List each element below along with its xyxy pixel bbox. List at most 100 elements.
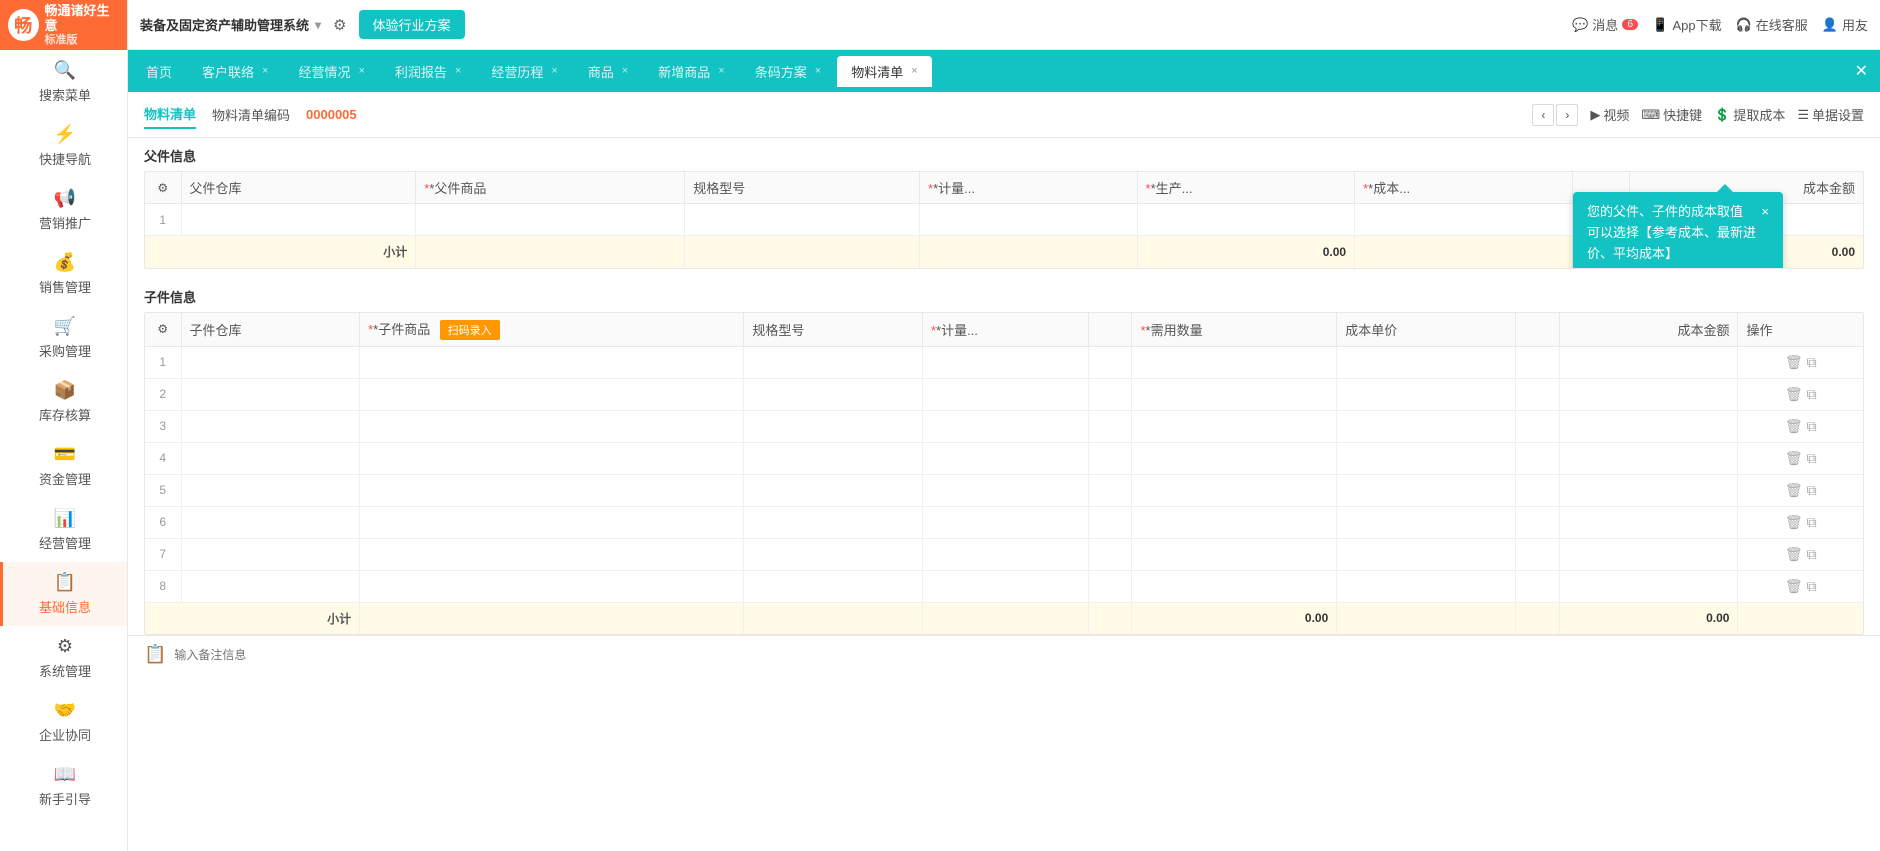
child-spec-7[interactable] <box>744 538 923 570</box>
tab-close-icon[interactable]: × <box>622 65 628 77</box>
copy-icon[interactable]: ⧉ <box>1807 546 1817 563</box>
tab-operations[interactable]: 经营情况 × <box>284 56 378 87</box>
child-unit-2[interactable] <box>922 378 1088 410</box>
child-unit-7[interactable] <box>922 538 1088 570</box>
sidebar-item-quick-nav[interactable]: ⚡ 快捷导航 <box>0 114 127 178</box>
tab-close-icon[interactable]: × <box>262 65 268 77</box>
child-unit-8[interactable] <box>922 570 1088 602</box>
tab-close-icon[interactable]: × <box>551 65 557 77</box>
child-unit-cost-4[interactable] <box>1337 442 1516 474</box>
delete-icon[interactable]: 🗑 <box>1785 386 1803 403</box>
copy-icon[interactable]: ⧉ <box>1807 386 1817 403</box>
child-warehouse-5[interactable] <box>181 474 360 506</box>
child-unit-6[interactable] <box>922 506 1088 538</box>
child-qty-3[interactable] <box>1132 410 1337 442</box>
delete-icon[interactable]: 🗑 <box>1785 482 1803 499</box>
close-all-tabs-icon[interactable]: ✕ <box>1847 61 1876 81</box>
child-spec-8[interactable] <box>744 570 923 602</box>
child-warehouse-7[interactable] <box>181 538 360 570</box>
parent-production-cell[interactable] <box>1137 204 1355 236</box>
tab-barcode[interactable]: 条码方案 × <box>741 56 835 87</box>
copy-icon[interactable]: ⧉ <box>1807 418 1817 435</box>
child-product-3[interactable] <box>360 410 744 442</box>
tab-profit[interactable]: 利润报告 × <box>381 56 475 87</box>
copy-icon[interactable]: ⧉ <box>1807 450 1817 467</box>
remark-input[interactable] <box>174 648 1864 662</box>
tab-bom[interactable]: 物料清单 × <box>837 56 931 87</box>
sidebar-item-inventory[interactable]: 📦 库存核算 <box>0 370 127 434</box>
copy-icon[interactable]: ⧉ <box>1807 354 1817 371</box>
tab-goods[interactable]: 商品 × <box>574 56 642 87</box>
tab-history[interactable]: 经营历程 × <box>477 56 571 87</box>
sidebar-item-search[interactable]: 🔍 搜索菜单 <box>0 50 127 114</box>
sidebar-item-system[interactable]: ⚙ 系统管理 <box>0 626 127 690</box>
parent-warehouse-cell[interactable] <box>181 204 416 236</box>
delete-icon[interactable]: 🗑 <box>1785 578 1803 595</box>
scan-input-btn[interactable]: 扫码录入 <box>440 320 500 340</box>
child-warehouse-4[interactable] <box>181 442 360 474</box>
child-qty-7[interactable] <box>1132 538 1337 570</box>
sub-tab-bom-list[interactable]: 物料清单 <box>144 100 196 129</box>
tab-customers[interactable]: 客户联络 × <box>188 56 282 87</box>
tab-close-icon[interactable]: × <box>358 65 364 77</box>
child-unit-cost-1[interactable] <box>1337 346 1516 378</box>
sidebar-item-finance[interactable]: 💳 资金管理 <box>0 434 127 498</box>
parent-cost-cell[interactable] <box>1355 204 1573 236</box>
child-unit-5[interactable] <box>922 474 1088 506</box>
child-qty-8[interactable] <box>1132 570 1337 602</box>
copy-icon[interactable]: ⧉ <box>1807 514 1817 531</box>
tab-home[interactable]: 首页 <box>132 56 186 87</box>
sub-tab-bom-code[interactable]: 物料清单编码 <box>212 101 290 128</box>
child-unit-cost-5[interactable] <box>1337 474 1516 506</box>
child-product-6[interactable] <box>360 506 744 538</box>
child-unit-cost-2[interactable] <box>1337 378 1516 410</box>
sidebar-item-enterprise[interactable]: 🤝 企业协同 <box>0 690 127 754</box>
online-service-button[interactable]: 🎧 在线客服 <box>1736 15 1808 34</box>
child-product-2[interactable] <box>360 378 744 410</box>
experience-button[interactable]: 体验行业方案 <box>359 10 465 39</box>
child-spec-4[interactable] <box>744 442 923 474</box>
parent-unit-cell[interactable] <box>920 204 1138 236</box>
action-cost[interactable]: 💲 提取成本 <box>1714 105 1785 124</box>
sidebar-item-sales[interactable]: 💰 销售管理 <box>0 242 127 306</box>
action-settings[interactable]: ☰ 单据设置 <box>1797 105 1864 124</box>
child-unit-4[interactable] <box>922 442 1088 474</box>
sidebar-item-guide[interactable]: 📖 新手引导 <box>0 754 127 818</box>
tab-new-goods[interactable]: 新增商品 × <box>644 56 738 87</box>
delete-icon[interactable]: 🗑 <box>1785 418 1803 435</box>
child-warehouse-6[interactable] <box>181 506 360 538</box>
child-product-8[interactable] <box>360 570 744 602</box>
message-button[interactable]: 💬 消息 6 <box>1572 15 1638 34</box>
child-qty-6[interactable] <box>1132 506 1337 538</box>
sidebar-item-basics[interactable]: 📋 基础信息 <box>0 562 127 626</box>
child-unit-3[interactable] <box>922 410 1088 442</box>
child-product-1[interactable] <box>360 346 744 378</box>
app-download-button[interactable]: 📱 App下载 <box>1652 15 1721 34</box>
child-warehouse-8[interactable] <box>181 570 360 602</box>
delete-icon[interactable]: 🗑 <box>1785 514 1803 531</box>
page-next-btn[interactable]: › <box>1556 104 1578 126</box>
sidebar-item-operations[interactable]: 📊 经营管理 <box>0 498 127 562</box>
delete-icon[interactable]: 🗑 <box>1785 354 1803 371</box>
tab-close-icon[interactable]: × <box>455 65 461 77</box>
child-qty-4[interactable] <box>1132 442 1337 474</box>
copy-icon[interactable]: ⧉ <box>1807 482 1817 499</box>
gear-settings-icon[interactable]: ⚙ <box>333 16 346 34</box>
delete-icon[interactable]: 🗑 <box>1785 450 1803 467</box>
sidebar-item-marketing[interactable]: 📢 营销推广 <box>0 178 127 242</box>
child-qty-5[interactable] <box>1132 474 1337 506</box>
user-button[interactable]: 👤 用友 <box>1822 15 1868 34</box>
child-unit-1[interactable] <box>922 346 1088 378</box>
child-product-7[interactable] <box>360 538 744 570</box>
parent-spec-cell[interactable] <box>685 204 920 236</box>
page-prev-btn[interactable]: ‹ <box>1532 104 1554 126</box>
child-unit-cost-7[interactable] <box>1337 538 1516 570</box>
child-spec-5[interactable] <box>744 474 923 506</box>
tab-close-icon[interactable]: × <box>911 65 917 77</box>
child-unit-cost-6[interactable] <box>1337 506 1516 538</box>
child-qty-2[interactable] <box>1132 378 1337 410</box>
child-spec-3[interactable] <box>744 410 923 442</box>
child-unit-cost-3[interactable] <box>1337 410 1516 442</box>
child-qty-1[interactable] <box>1132 346 1337 378</box>
tab-close-icon[interactable]: × <box>815 65 821 77</box>
